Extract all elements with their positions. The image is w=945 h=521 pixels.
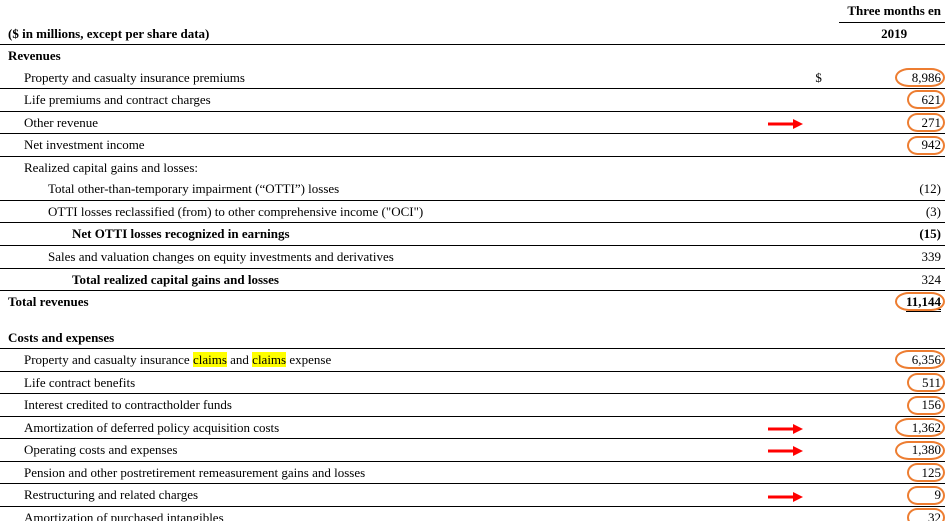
- table-row: OTTI losses reclassified (from) to other…: [0, 200, 945, 223]
- income-statement-table: Three months en ($ in millions, except p…: [0, 0, 945, 521]
- row-value: (3): [839, 200, 945, 223]
- table-row: Net investment income 942: [0, 134, 945, 157]
- row-label: Property and casualty insurance premiums: [0, 67, 755, 89]
- table-row: Amortization of purchased intangibles 32: [0, 507, 945, 521]
- row-label: Restructuring and related charges: [0, 484, 755, 507]
- row-value: (12): [839, 178, 945, 200]
- highlight-term: claims: [193, 352, 227, 367]
- row-label: Property and casualty insurance claims a…: [0, 349, 755, 372]
- row-label: Amortization of deferred policy acquisit…: [0, 416, 755, 439]
- table-row: Total realized capital gains and losses …: [0, 268, 945, 291]
- row-value: 1,380: [839, 439, 945, 462]
- row-value: 9: [839, 484, 945, 507]
- row-label: Total realized capital gains and losses: [0, 268, 755, 291]
- row-label: Net investment income: [0, 134, 755, 157]
- table-row: Property and casualty insurance claims a…: [0, 349, 945, 372]
- row-label: Operating costs and expenses: [0, 439, 755, 462]
- row-value: 511: [839, 371, 945, 394]
- table-row: Property and casualty insurance premiums…: [0, 67, 945, 89]
- row-label: Life premiums and contract charges: [0, 89, 755, 112]
- row-label: Net OTTI losses recognized in earnings: [0, 223, 755, 246]
- row-value: 125: [839, 461, 945, 484]
- table-row: Total other-than-temporary impairment (“…: [0, 178, 945, 200]
- row-label: Other revenue: [0, 111, 755, 134]
- highlight-term: claims: [252, 352, 286, 367]
- table-row: Operating costs and expenses 1,380: [0, 439, 945, 462]
- row-label: Sales and valuation changes on equity in…: [0, 246, 755, 269]
- annotation-arrow-icon: [767, 420, 803, 435]
- annotation-arrow-icon: [767, 115, 803, 130]
- row-value: (15): [839, 223, 945, 246]
- row-value: 271: [839, 111, 945, 134]
- row-value: 339: [839, 246, 945, 269]
- row-value: 8,986: [839, 67, 945, 89]
- table-row: Realized capital gains and losses:: [0, 156, 945, 178]
- table-row: Net OTTI losses recognized in earnings (…: [0, 223, 945, 246]
- row-value: 6,356: [839, 349, 945, 372]
- table-row: Restructuring and related charges 9: [0, 484, 945, 507]
- row-value: 11,144: [839, 291, 945, 313]
- table-row: Pension and other postretirement remeasu…: [0, 461, 945, 484]
- units-note: ($ in millions, except per share data): [0, 22, 755, 45]
- row-value: 32: [839, 507, 945, 521]
- row-label: Realized capital gains and losses:: [0, 156, 755, 178]
- year-label: 2019: [839, 22, 945, 45]
- annotation-arrow-icon: [767, 487, 803, 502]
- table-row: Other revenue 271: [0, 111, 945, 134]
- table-row: Life premiums and contract charges 621: [0, 89, 945, 112]
- table-row: Total revenues 11,144: [0, 291, 945, 313]
- row-value: 942: [839, 134, 945, 157]
- row-value: 156: [839, 394, 945, 417]
- row-label: Amortization of purchased intangibles: [0, 507, 755, 521]
- row-label: Interest credited to contractholder fund…: [0, 394, 755, 417]
- table-row: Sales and valuation changes on equity in…: [0, 246, 945, 269]
- row-label: Pension and other postretirement remeasu…: [0, 461, 755, 484]
- table-row: Amortization of deferred policy acquisit…: [0, 416, 945, 439]
- row-value: 621: [839, 89, 945, 112]
- row-label: Total revenues: [0, 291, 755, 313]
- row-label: OTTI losses reclassified (from) to other…: [0, 200, 755, 223]
- period-label: Three months en: [839, 0, 945, 22]
- row-value: 324: [839, 268, 945, 291]
- row-value: 1,362: [839, 416, 945, 439]
- annotation-arrow-icon: [767, 442, 803, 457]
- table-row: Interest credited to contractholder fund…: [0, 394, 945, 417]
- table-row: Life contract benefits 511: [0, 371, 945, 394]
- costs-heading: Costs and expenses: [0, 327, 755, 349]
- revenues-heading: Revenues: [0, 45, 755, 67]
- row-label: Life contract benefits: [0, 371, 755, 394]
- row-label: Total other-than-temporary impairment (“…: [0, 178, 755, 200]
- currency-symbol: $: [807, 67, 839, 89]
